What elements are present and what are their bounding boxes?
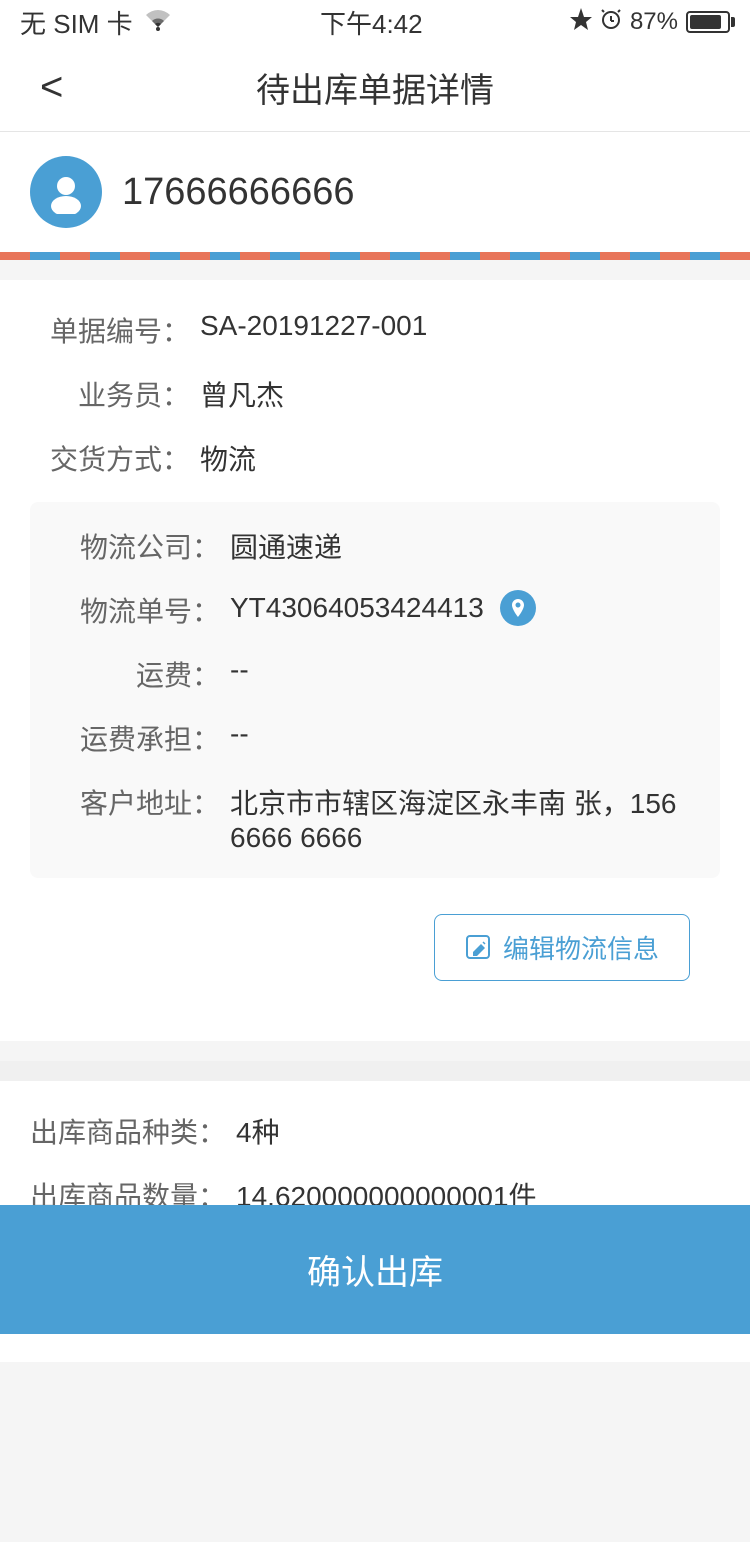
avatar	[30, 156, 102, 228]
alarm-icon	[600, 8, 622, 37]
dashed-divider	[0, 252, 750, 260]
gray-divider	[0, 1061, 750, 1081]
logistics-company-value: 圆通速递	[230, 526, 690, 566]
freight-value: --	[230, 654, 690, 686]
logistics-card: 物流公司： 圆通速递 物流单号： YT43064053424413 运费： --…	[30, 502, 720, 878]
page-title: 待出库单据详情	[256, 63, 494, 112]
address-label: 客户地址：	[60, 782, 220, 822]
tracking-number-label: 物流单号：	[60, 590, 220, 630]
customer-header: 17666666666	[0, 132, 750, 252]
freight-bearer-value: --	[230, 718, 690, 750]
nav-bar: < 待出库单据详情	[0, 44, 750, 132]
battery-icon	[686, 11, 730, 33]
document-info-section: 单据编号： SA-20191227-001 业务员： 曾凡杰 交货方式： 物流 …	[0, 280, 750, 1041]
delivery-method-label: 交货方式：	[30, 438, 190, 478]
freight-bearer-label: 运费承担：	[60, 718, 220, 758]
document-number-value: SA-20191227-001	[200, 310, 720, 342]
bottom-spacer	[0, 1362, 750, 1542]
logistics-company-label: 物流公司：	[60, 526, 220, 566]
location-icon[interactable]	[500, 590, 536, 626]
tracking-number-value: YT43064053424413	[230, 590, 690, 626]
goods-types-value: 4种	[236, 1111, 720, 1151]
delivery-method-value: 物流	[200, 438, 720, 478]
customer-phone: 17666666666	[122, 171, 354, 214]
goods-types-label: 出库商品种类：	[30, 1111, 226, 1151]
confirm-button[interactable]: 确认出库	[30, 1235, 720, 1304]
sales-person-value: 曾凡杰	[200, 374, 720, 414]
edit-button-wrapper: 编辑物流信息	[30, 898, 720, 1011]
confirm-button-wrapper: 确认出库	[0, 1205, 750, 1334]
time-text: 下午4:42	[320, 4, 423, 41]
location-status-icon	[570, 8, 592, 37]
status-bar: 无 SIM 卡 下午4:42 87%	[0, 0, 750, 44]
address-value: 北京市市辖区海淀区永丰南 张，156 6666 6666	[230, 782, 690, 854]
back-button[interactable]: <	[30, 55, 73, 120]
freight-label: 运费：	[60, 654, 220, 694]
wifi-icon	[143, 7, 173, 38]
battery-text: 87%	[630, 8, 678, 36]
edit-logistics-button[interactable]: 编辑物流信息	[434, 914, 690, 981]
carrier-text: 无 SIM 卡	[20, 4, 133, 41]
document-number-label: 单据编号：	[30, 310, 190, 350]
sales-person-label: 业务员：	[30, 374, 190, 414]
